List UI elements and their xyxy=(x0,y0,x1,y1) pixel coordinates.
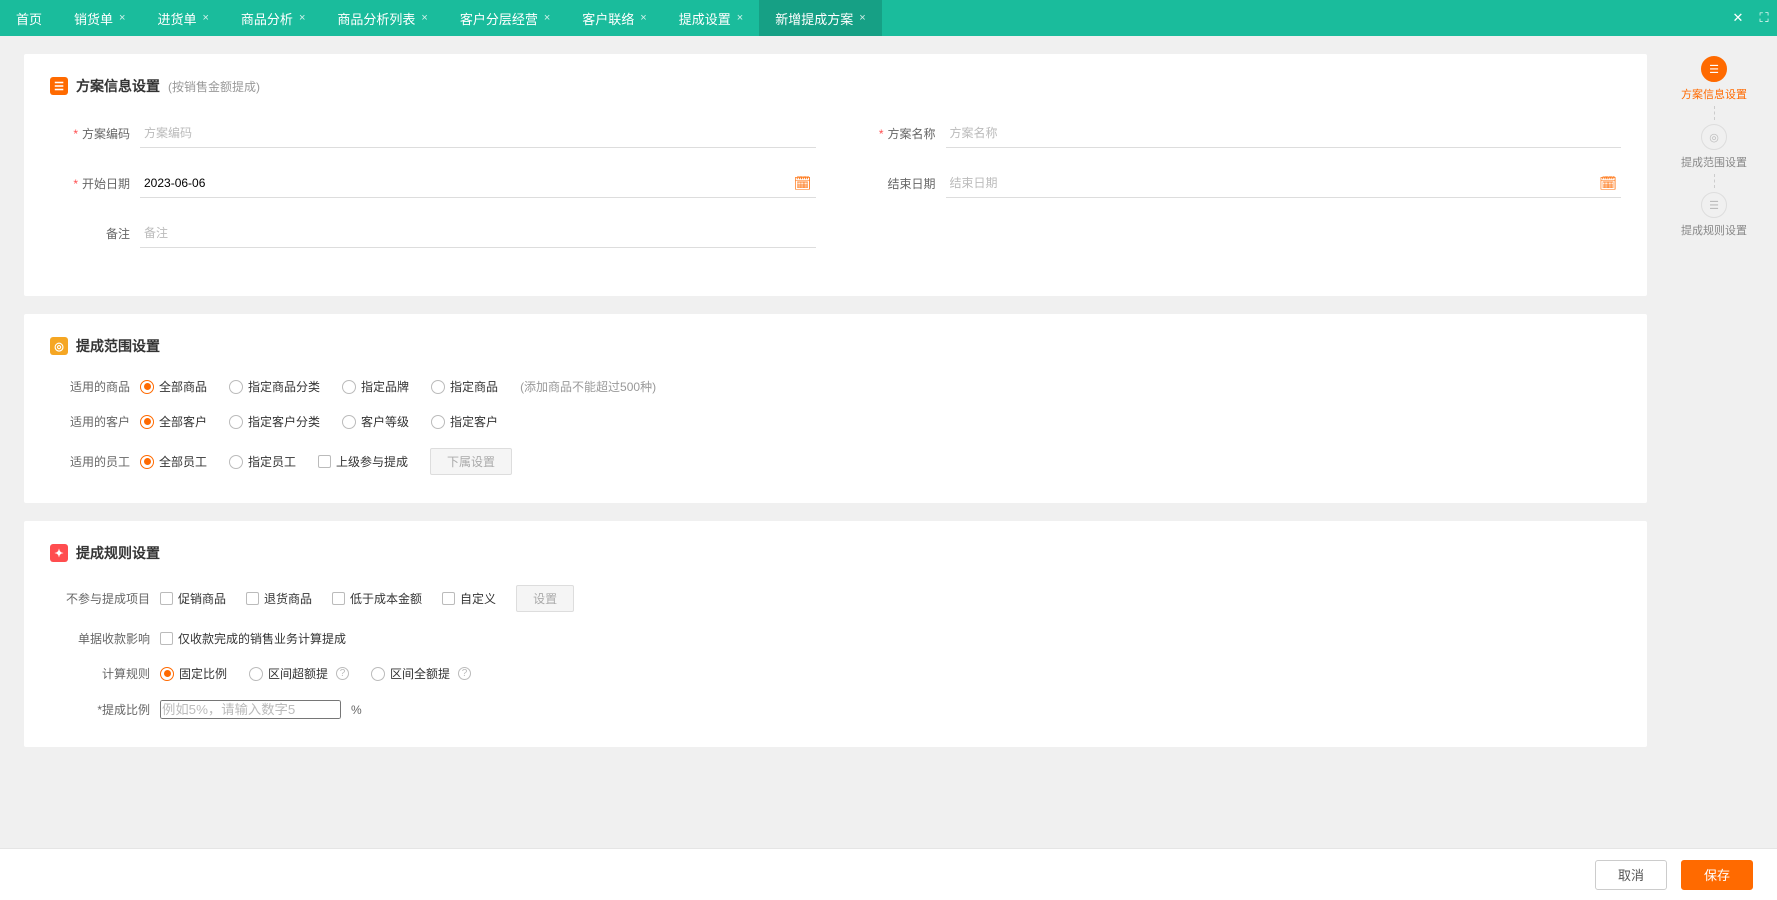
step-icon: ◎ xyxy=(1701,124,1727,150)
start-date-input[interactable] xyxy=(140,168,816,198)
close-icon[interactable]: × xyxy=(299,12,305,24)
tab-active[interactable]: 新增提成方案× xyxy=(759,0,881,36)
section-icon: ✦ xyxy=(50,544,68,562)
label-products: 适用的商品 xyxy=(50,378,140,395)
tab-item[interactable]: 商品分析列表× xyxy=(321,0,443,36)
label-payment: 单据收款影响 xyxy=(50,630,160,647)
step-icon: ☰ xyxy=(1701,56,1727,82)
section-title: 提成范围设置 xyxy=(76,336,160,356)
section-icon: ◎ xyxy=(50,337,68,355)
radio-cust-cat[interactable]: 指定客户分类 xyxy=(229,413,320,430)
help-icon[interactable]: ? xyxy=(458,667,471,680)
radio-rule-full[interactable]: 区间全额提? xyxy=(371,665,471,682)
footer-bar: 取消 保存 xyxy=(0,848,1777,900)
radio-emp-spec[interactable]: 指定员工 xyxy=(229,453,296,470)
radio-product-spec[interactable]: 指定商品 xyxy=(431,378,498,395)
label-exclude: 不参与提成项目 xyxy=(50,590,160,607)
close-icon[interactable]: × xyxy=(640,12,646,24)
section-rules: ✦ 提成规则设置 不参与提成项目 促销商品 退货商品 低于成本金额 自定义 设置… xyxy=(24,521,1647,747)
plan-name-input[interactable] xyxy=(946,118,1622,148)
tab-item[interactable]: 进货单× xyxy=(141,0,224,36)
chk-paid-only[interactable]: 仅收款完成的销售业务计算提成 xyxy=(160,630,346,647)
section-title: 方案信息设置 xyxy=(76,76,160,96)
plan-code-input[interactable] xyxy=(140,118,816,148)
ratio-input[interactable] xyxy=(160,700,341,719)
tab-item[interactable]: 客户联络× xyxy=(566,0,662,36)
radio-cust-all[interactable]: 全部客户 xyxy=(140,413,207,430)
subordinate-settings-button: 下属设置 xyxy=(430,448,512,475)
chk-custom[interactable]: 自定义 xyxy=(442,590,496,607)
fullscreen-icon[interactable]: ⛶ xyxy=(1757,11,1771,25)
chk-promo[interactable]: 促销商品 xyxy=(160,590,226,607)
close-icon[interactable]: × xyxy=(544,12,550,24)
chk-below-cost[interactable]: 低于成本金额 xyxy=(332,590,422,607)
end-date-input[interactable] xyxy=(946,168,1622,198)
radio-rule-excess[interactable]: 区间超额提? xyxy=(249,665,349,682)
close-all-icon[interactable]: ✕ xyxy=(1731,11,1745,25)
save-button[interactable]: 保存 xyxy=(1681,860,1753,890)
step-rules[interactable]: ☰ 提成规则设置 xyxy=(1681,192,1747,238)
remark-input[interactable] xyxy=(140,218,816,248)
tab-bar: 首页 销货单× 进货单× 商品分析× 商品分析列表× 客户分层经营× 客户联络×… xyxy=(0,0,1777,36)
step-nav: ☰ 方案信息设置 ◎ 提成范围设置 ☰ 提成规则设置 xyxy=(1669,56,1759,238)
close-icon[interactable]: × xyxy=(737,12,743,24)
tab-item[interactable]: 商品分析× xyxy=(225,0,321,36)
step-plan-info[interactable]: ☰ 方案信息设置 xyxy=(1681,56,1747,102)
custom-settings-button: 设置 xyxy=(516,585,574,612)
radio-cust-level[interactable]: 客户等级 xyxy=(342,413,409,430)
radio-product-all[interactable]: 全部商品 xyxy=(140,378,207,395)
label-employees: 适用的员工 xyxy=(50,453,140,470)
close-icon[interactable]: × xyxy=(859,12,865,24)
radio-emp-all[interactable]: 全部员工 xyxy=(140,453,207,470)
main-area: ☰ 方案信息设置 (按销售金额提成) *方案编码 *方案名称 *开始日期 xyxy=(0,36,1777,848)
close-icon[interactable]: × xyxy=(202,12,208,24)
close-icon[interactable]: × xyxy=(119,12,125,24)
chk-return[interactable]: 退货商品 xyxy=(246,590,312,607)
tab-item[interactable]: 提成设置× xyxy=(663,0,759,36)
radio-product-brand[interactable]: 指定品牌 xyxy=(342,378,409,395)
chk-superior[interactable]: 上级参与提成 xyxy=(318,453,408,470)
section-plan-info: ☰ 方案信息设置 (按销售金额提成) *方案编码 *方案名称 *开始日期 xyxy=(24,54,1647,296)
section-title: 提成规则设置 xyxy=(76,543,160,563)
ratio-unit: % xyxy=(351,703,362,717)
step-scope[interactable]: ◎ 提成范围设置 xyxy=(1681,124,1747,170)
section-subtitle: (按销售金额提成) xyxy=(168,78,260,95)
tab-item[interactable]: 客户分层经营× xyxy=(444,0,566,36)
cancel-button[interactable]: 取消 xyxy=(1595,860,1667,890)
label-calc-rule: 计算规则 xyxy=(50,665,160,682)
radio-cust-spec[interactable]: 指定客户 xyxy=(431,413,498,430)
label-customers: 适用的客户 xyxy=(50,413,140,430)
section-scope: ◎ 提成范围设置 适用的商品 全部商品 指定商品分类 指定品牌 指定商品 (添加… xyxy=(24,314,1647,503)
help-icon[interactable]: ? xyxy=(336,667,349,680)
radio-rule-fixed[interactable]: 固定比例 xyxy=(160,665,227,682)
section-icon: ☰ xyxy=(50,77,68,95)
tab-home[interactable]: 首页 xyxy=(0,0,58,36)
step-icon: ☰ xyxy=(1701,192,1727,218)
close-icon[interactable]: × xyxy=(421,12,427,24)
product-hint: (添加商品不能超过500种) xyxy=(520,378,656,395)
tab-item[interactable]: 销货单× xyxy=(58,0,141,36)
radio-product-cat[interactable]: 指定商品分类 xyxy=(229,378,320,395)
